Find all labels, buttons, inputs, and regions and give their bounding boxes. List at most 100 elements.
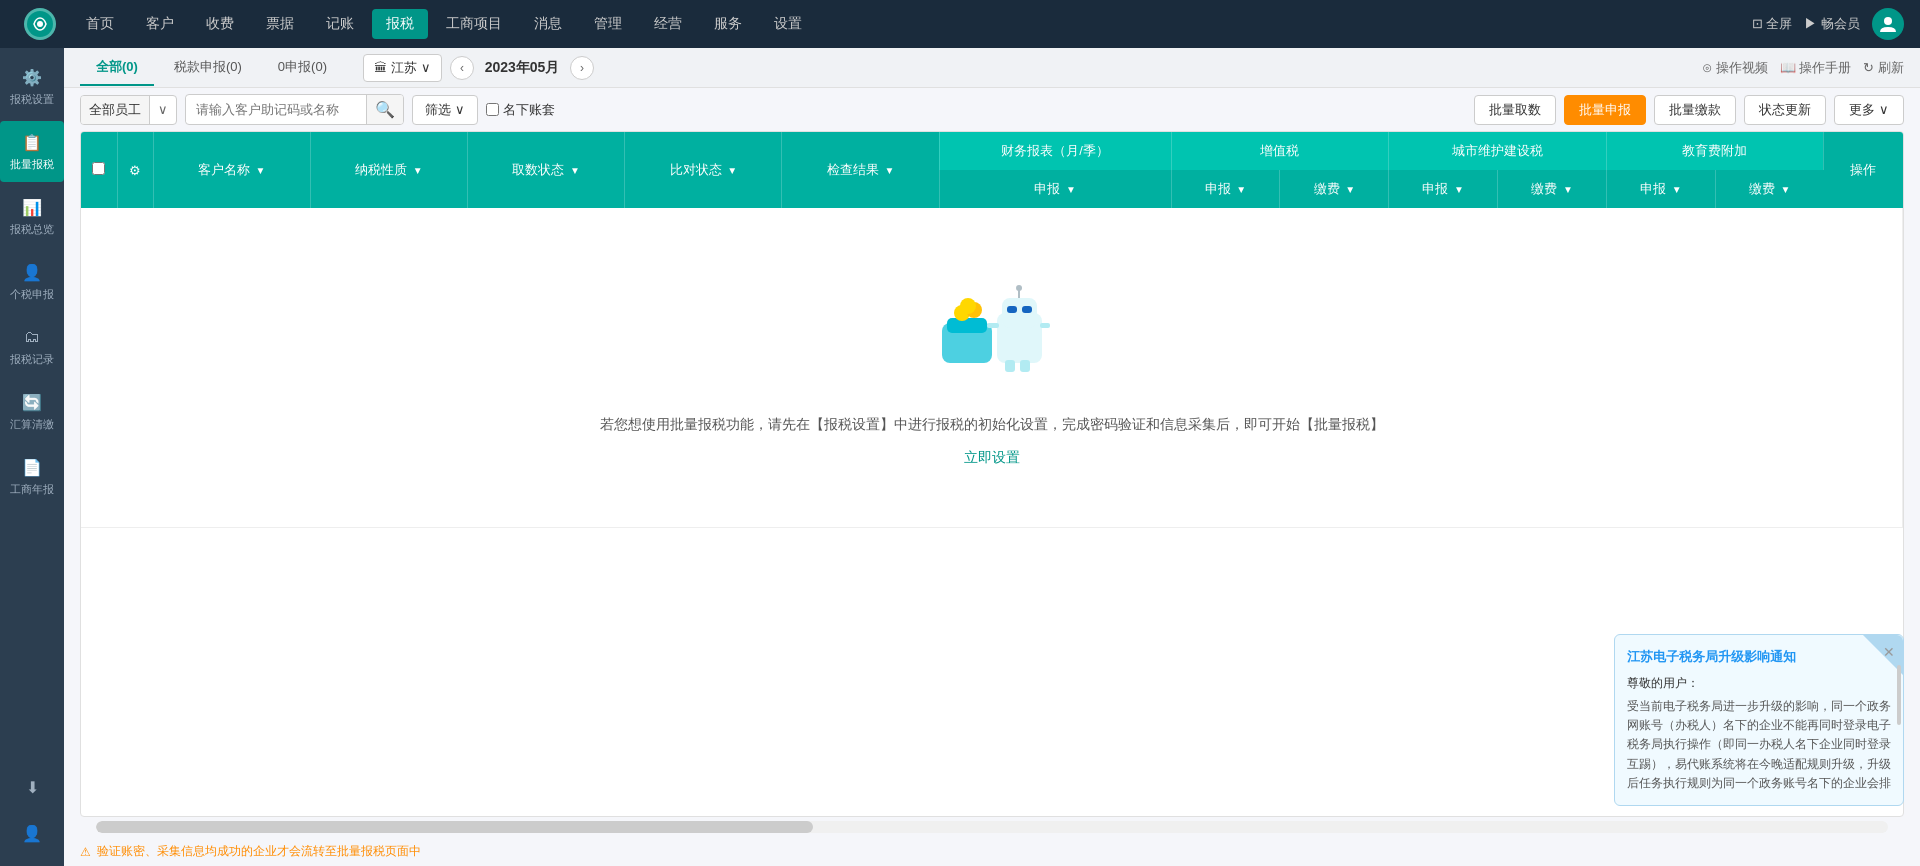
- employee-dropdown-icon[interactable]: ∨: [150, 97, 176, 122]
- notification-greeting: 尊敬的用户：: [1627, 674, 1891, 693]
- batch-pay-btn[interactable]: 批量缴款: [1654, 95, 1736, 125]
- fullscreen-btn[interactable]: ⊡ 全屏: [1752, 15, 1793, 33]
- nav-manage[interactable]: 管理: [580, 9, 636, 39]
- th-edu-pay: 缴费 ▼: [1715, 170, 1823, 208]
- refresh-btn[interactable]: ↻ 刷新: [1863, 59, 1904, 77]
- nav-items: 首页 客户 收费 票据 记账 报税 工商项目 消息 管理 经营 服务 设置: [72, 9, 1752, 39]
- prev-month-btn[interactable]: ‹: [450, 56, 474, 80]
- more-dropdown-icon: ∨: [1879, 102, 1889, 117]
- data-table: ⚙ 客户名称 ▼ 纳税性质 ▼ 取数状态 ▼: [81, 132, 1903, 528]
- vat-declare-filter-icon[interactable]: ▼: [1236, 184, 1246, 195]
- province-icon: 🏛: [374, 60, 387, 75]
- search-input[interactable]: [186, 97, 366, 122]
- compare-filter-icon[interactable]: ▼: [727, 165, 737, 176]
- right-actions: ⊙ 操作视频 📖 操作手册 ↻ 刷新: [1702, 59, 1904, 77]
- nav-message[interactable]: 消息: [520, 9, 576, 39]
- th-customer-name: 客户名称 ▼: [153, 132, 310, 208]
- logo[interactable]: [16, 0, 64, 48]
- setup-link[interactable]: 立即设置: [964, 449, 1020, 467]
- tab-zero-declare[interactable]: 0申报(0): [262, 50, 343, 86]
- fetch-status-filter-icon[interactable]: ▼: [570, 165, 580, 176]
- manual-btn[interactable]: 📖 操作手册: [1780, 59, 1852, 77]
- sidebar-item-settlement[interactable]: 🔄 汇算清缴: [0, 381, 64, 442]
- nav-business[interactable]: 工商项目: [432, 9, 516, 39]
- edu-pay-filter-icon[interactable]: ▼: [1780, 184, 1790, 195]
- checkbox-text: 名下账套: [503, 101, 555, 119]
- sidebar-item-tax-settings[interactable]: ⚙️ 报税设置: [0, 56, 64, 117]
- sidebar-item-user-profile[interactable]: 👤: [17, 812, 47, 854]
- filter-dropdown-icon: ∨: [455, 102, 465, 117]
- province-selector[interactable]: 🏛 江苏 ∨: [363, 54, 442, 82]
- tax-type-filter-icon[interactable]: ▼: [413, 165, 423, 176]
- sidebar-item-batch-tax[interactable]: 📋 批量报税: [0, 121, 64, 182]
- sidebar-item-personal-tax[interactable]: 👤 个税申报: [0, 251, 64, 312]
- nav-home[interactable]: 首页: [72, 9, 128, 39]
- user-profile-icon: 👤: [21, 822, 43, 844]
- svg-rect-4: [947, 318, 987, 333]
- select-all-checkbox[interactable]: [92, 162, 105, 175]
- check-filter-icon[interactable]: ▼: [884, 165, 894, 176]
- sidebar: ⚙️ 报税设置 📋 批量报税 📊 报税总览 👤 个税申报 🗂 报税记录 🔄 汇算…: [0, 48, 64, 866]
- tab-all[interactable]: 全部(0): [80, 50, 154, 86]
- svg-point-13: [1016, 285, 1022, 291]
- notification-scrollbar[interactable]: [1897, 665, 1901, 725]
- nav-service[interactable]: 服务: [700, 9, 756, 39]
- edu-declare-filter-icon[interactable]: ▼: [1672, 184, 1682, 195]
- batch-declare-btn[interactable]: 批量申报: [1564, 95, 1646, 125]
- horizontal-scrollbar-area[interactable]: [64, 817, 1920, 837]
- th-financial-declare: 申报 ▼: [939, 170, 1171, 208]
- urban-pay-filter-icon[interactable]: ▼: [1563, 184, 1573, 195]
- content-area: 全部(0) 税款申报(0) 0申报(0) 🏛 江苏 ∨ ‹ 2023年05月 ›: [64, 48, 1920, 866]
- province-label: 江苏: [391, 59, 417, 77]
- svg-rect-17: [1020, 360, 1030, 372]
- bottom-notice-text: 验证账密、采集信息均成功的企业才会流转至批量报税页面中: [97, 843, 421, 860]
- province-date-row: 🏛 江苏 ∨ ‹ 2023年05月 ›: [363, 54, 594, 82]
- employee-select[interactable]: 全部员工 ∨: [80, 95, 177, 125]
- account-checkbox[interactable]: [486, 103, 499, 116]
- tax-summary-icon: 📊: [21, 196, 43, 218]
- province-dropdown-icon: ∨: [421, 60, 431, 75]
- next-month-btn[interactable]: ›: [570, 56, 594, 80]
- nav-operation[interactable]: 经营: [640, 9, 696, 39]
- th-fetch-status: 取数状态 ▼: [467, 132, 624, 208]
- status-update-btn[interactable]: 状态更新: [1744, 95, 1826, 125]
- tax-record-icon: 🗂: [21, 326, 43, 348]
- batch-actions: 批量取数 批量申报 批量缴款 状态更新 更多 ∨: [1474, 95, 1904, 125]
- sidebar-item-download[interactable]: ⬇: [17, 766, 47, 808]
- notification-title: 江苏电子税务局升级影响通知: [1627, 647, 1891, 668]
- avatar[interactable]: [1872, 8, 1904, 40]
- sidebar-item-tax-summary[interactable]: 📊 报税总览: [0, 186, 64, 247]
- top-nav: 首页 客户 收费 票据 记账 报税 工商项目 消息 管理 经营 服务 设置 ⊡ …: [0, 0, 1920, 48]
- horizontal-scrollbar[interactable]: [96, 821, 1888, 833]
- nav-customer[interactable]: 客户: [132, 9, 188, 39]
- nav-invoice[interactable]: 票据: [252, 9, 308, 39]
- notification-close-btn[interactable]: ✕: [1883, 641, 1895, 663]
- search-button[interactable]: 🔍: [366, 95, 403, 124]
- svg-point-1: [37, 21, 43, 27]
- vat-pay-filter-icon[interactable]: ▼: [1345, 184, 1355, 195]
- warning-icon: ⚠: [80, 845, 91, 859]
- sidebar-label-settlement: 汇算清缴: [10, 417, 54, 432]
- urban-declare-filter-icon[interactable]: ▼: [1454, 184, 1464, 195]
- filter-button[interactable]: 筛选 ∨: [412, 95, 478, 125]
- nav-billing[interactable]: 收费: [192, 9, 248, 39]
- settings-icon[interactable]: ⚙: [129, 163, 141, 178]
- batch-fetch-btn[interactable]: 批量取数: [1474, 95, 1556, 125]
- tab-tax-declare[interactable]: 税款申报(0): [158, 50, 258, 86]
- svg-rect-15: [1040, 323, 1050, 328]
- nav-bookkeeping[interactable]: 记账: [312, 9, 368, 39]
- member-btn[interactable]: ▶ 畅会员: [1804, 15, 1860, 33]
- th-edu-declare: 申报 ▼: [1607, 170, 1716, 208]
- nav-tax[interactable]: 报税: [372, 9, 428, 39]
- sidebar-item-tax-record[interactable]: 🗂 报税记录: [0, 316, 64, 377]
- more-btn[interactable]: 更多 ∨: [1834, 95, 1904, 125]
- sidebar-label-tax-summary: 报税总览: [10, 222, 54, 237]
- nav-settings[interactable]: 设置: [760, 9, 816, 39]
- customer-filter-icon[interactable]: ▼: [255, 165, 265, 176]
- video-btn[interactable]: ⊙ 操作视频: [1702, 59, 1768, 77]
- sidebar-label-batch-tax: 批量报税: [10, 157, 54, 172]
- financial-declare-filter-icon[interactable]: ▼: [1066, 184, 1076, 195]
- th-checkbox: [81, 132, 117, 208]
- account-checkbox-label[interactable]: 名下账套: [486, 101, 555, 119]
- sidebar-item-annual-report[interactable]: 📄 工商年报: [0, 446, 64, 507]
